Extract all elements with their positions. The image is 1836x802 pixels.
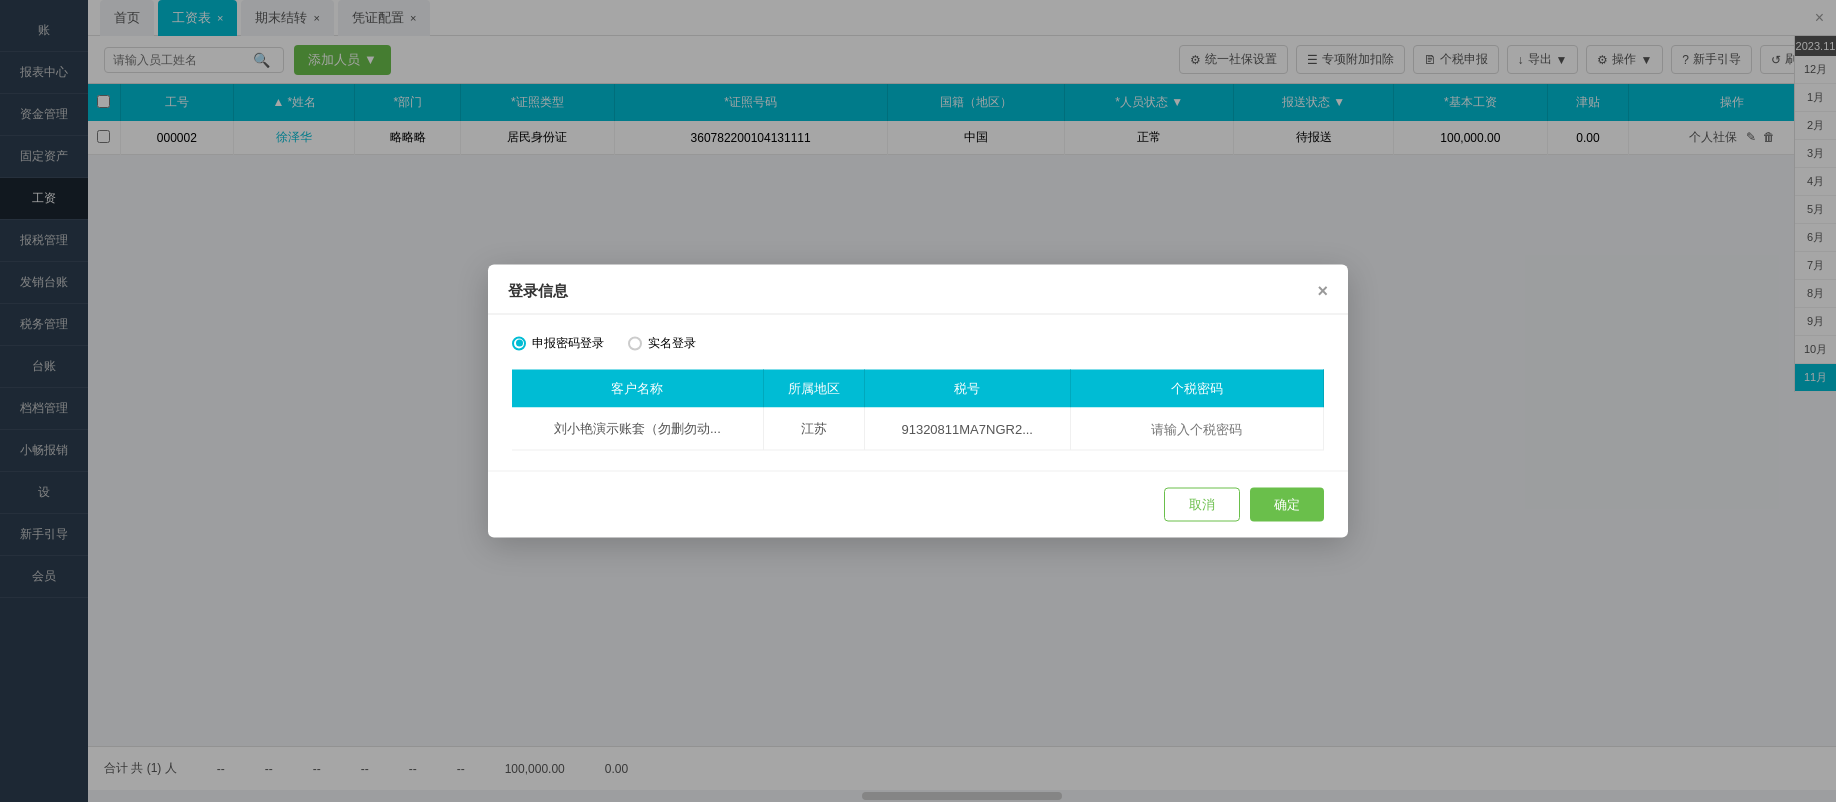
confirm-button[interactable]: 确定 <box>1250 488 1324 522</box>
dialog-col-password: 个税密码 <box>1070 370 1324 408</box>
dialog-table-row: 刘小艳演示账套（勿删勿动... 江苏 91320811MA7NGR2... <box>512 408 1324 451</box>
dialog-header: 登录信息 × <box>488 265 1348 315</box>
dialog-col-region: 所属地区 <box>763 370 864 408</box>
radio-group: 申报密码登录 实名登录 <box>512 335 1324 352</box>
dialog-cell-password[interactable] <box>1070 408 1324 451</box>
login-dialog: 登录信息 × 申报密码登录 实名登录 客户名称 所属地区 税号 个税密码 <box>488 265 1348 538</box>
dialog-title: 登录信息 <box>508 282 568 301</box>
radio-dot-password <box>512 336 526 350</box>
dialog-cell-client: 刘小艳演示账套（勿删勿动... <box>512 408 763 451</box>
cancel-button[interactable]: 取消 <box>1164 488 1240 522</box>
radio-dot-realname <box>628 336 642 350</box>
tax-password-input[interactable] <box>1083 421 1312 436</box>
dialog-table: 客户名称 所属地区 税号 个税密码 刘小艳演示账套（勿删勿动... 江苏 913… <box>512 370 1324 451</box>
dialog-col-client: 客户名称 <box>512 370 763 408</box>
dialog-close-button[interactable]: × <box>1317 281 1328 302</box>
dialog-cell-region: 江苏 <box>763 408 864 451</box>
dialog-body: 申报密码登录 实名登录 客户名称 所属地区 税号 个税密码 刘小艳演示账套（勿删… <box>488 315 1348 471</box>
radio-option-password[interactable]: 申报密码登录 <box>512 335 604 352</box>
dialog-col-taxno: 税号 <box>864 370 1070 408</box>
dialog-cell-taxno: 91320811MA7NGR2... <box>864 408 1070 451</box>
dialog-footer: 取消 确定 <box>488 471 1348 538</box>
radio-option-realname[interactable]: 实名登录 <box>628 335 696 352</box>
